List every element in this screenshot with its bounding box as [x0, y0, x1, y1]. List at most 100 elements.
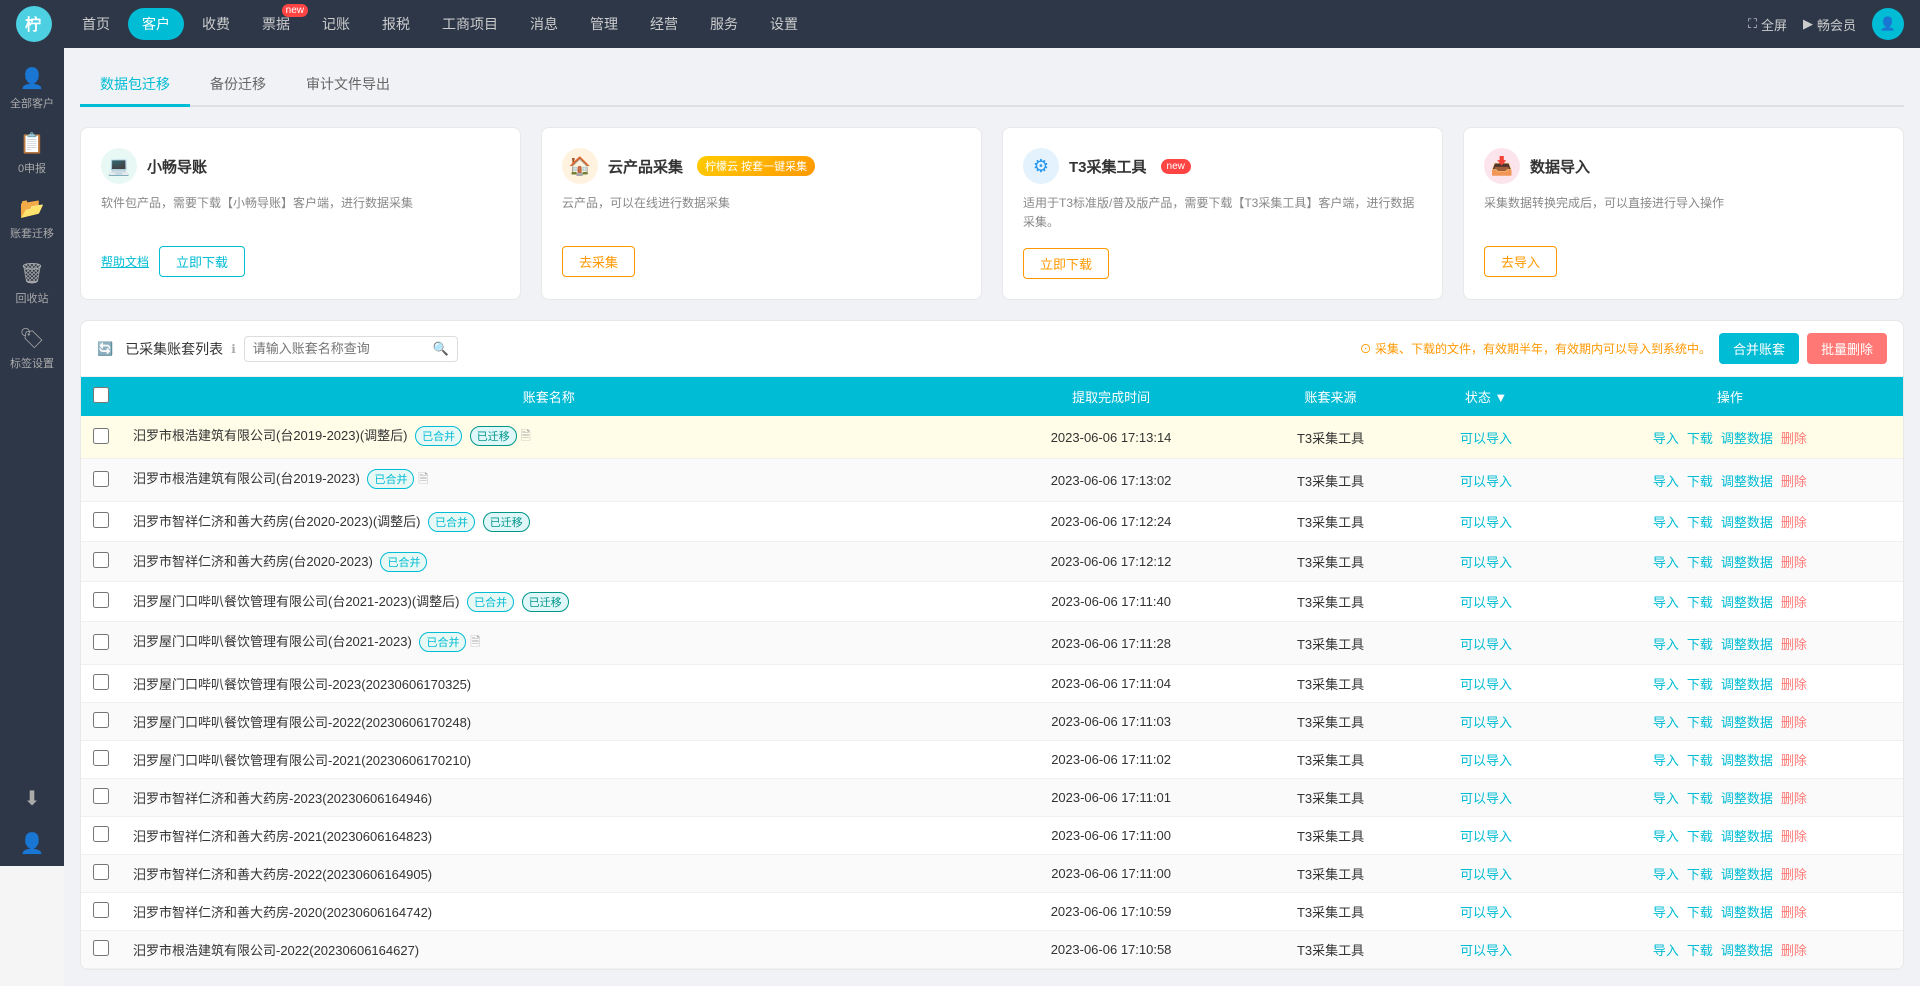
action-导入-link[interactable]: 导入: [1653, 595, 1679, 610]
action-下载-link[interactable]: 下载: [1687, 715, 1713, 730]
action-调整数据-link[interactable]: 调整数据: [1721, 515, 1773, 530]
nav-message[interactable]: 消息: [516, 8, 572, 40]
row-checkbox-6[interactable]: [93, 674, 109, 690]
row-checkbox-2[interactable]: [93, 512, 109, 528]
action-删除-link[interactable]: 删除: [1781, 515, 1807, 530]
action-调整数据-link[interactable]: 调整数据: [1721, 867, 1773, 882]
action-调整数据-link[interactable]: 调整数据: [1721, 791, 1773, 806]
go-import-button[interactable]: 去导入: [1484, 246, 1557, 277]
action-调整数据-link[interactable]: 调整数据: [1721, 677, 1773, 692]
batch-delete-button[interactable]: 批量删除: [1807, 333, 1887, 364]
action-导入-link[interactable]: 导入: [1653, 753, 1679, 768]
th-time[interactable]: 提取完成时间: [976, 377, 1245, 416]
sidebar-item-user[interactable]: 👤: [20, 821, 45, 866]
th-source[interactable]: 账套来源: [1246, 377, 1416, 416]
nav-tax[interactable]: 报税: [368, 8, 424, 40]
action-删除-link[interactable]: 删除: [1781, 715, 1807, 730]
sidebar-item-zero-declare[interactable]: 📋 0申报: [0, 121, 64, 186]
action-下载-link[interactable]: 下载: [1687, 943, 1713, 958]
action-调整数据-link[interactable]: 调整数据: [1721, 753, 1773, 768]
action-删除-link[interactable]: 删除: [1781, 637, 1807, 652]
member-button[interactable]: ▶ 畅会员: [1803, 15, 1856, 34]
action-导入-link[interactable]: 导入: [1653, 474, 1679, 489]
action-导入-link[interactable]: 导入: [1653, 431, 1679, 446]
nav-fee[interactable]: 收费: [188, 8, 244, 40]
action-调整数据-link[interactable]: 调整数据: [1721, 595, 1773, 610]
action-调整数据-link[interactable]: 调整数据: [1721, 943, 1773, 958]
sidebar-item-download[interactable]: ⬇: [20, 776, 45, 821]
action-删除-link[interactable]: 删除: [1781, 905, 1807, 920]
sidebar-item-account-migrate[interactable]: 📂 账套迁移: [0, 186, 64, 251]
action-下载-link[interactable]: 下载: [1687, 791, 1713, 806]
table-hint-icon[interactable]: ℹ: [231, 342, 236, 356]
user-avatar[interactable]: 👤: [1872, 8, 1904, 40]
action-下载-link[interactable]: 下载: [1687, 595, 1713, 610]
row-checkbox-9[interactable]: [93, 788, 109, 804]
nav-customer[interactable]: 客户: [128, 8, 184, 40]
tab-audit-export[interactable]: 审计文件导出: [286, 64, 410, 107]
action-调整数据-link[interactable]: 调整数据: [1721, 637, 1773, 652]
action-调整数据-link[interactable]: 调整数据: [1721, 905, 1773, 920]
nav-operation[interactable]: 经营: [636, 8, 692, 40]
action-下载-link[interactable]: 下载: [1687, 677, 1713, 692]
action-下载-link[interactable]: 下载: [1687, 829, 1713, 844]
action-下载-link[interactable]: 下载: [1687, 637, 1713, 652]
row-checkbox-10[interactable]: [93, 826, 109, 842]
action-调整数据-link[interactable]: 调整数据: [1721, 431, 1773, 446]
download-now-button[interactable]: 立即下载: [159, 246, 245, 277]
action-删除-link[interactable]: 删除: [1781, 555, 1807, 570]
row-checkbox-4[interactable]: [93, 592, 109, 608]
app-logo[interactable]: 柠: [16, 6, 52, 42]
refresh-icon[interactable]: 🔄: [97, 341, 113, 357]
nav-bookkeeping[interactable]: 记账: [308, 8, 364, 40]
tab-data-migration[interactable]: 数据包迁移: [80, 64, 190, 107]
action-调整数据-link[interactable]: 调整数据: [1721, 474, 1773, 489]
nav-settings[interactable]: 设置: [756, 8, 812, 40]
row-checkbox-12[interactable]: [93, 902, 109, 918]
action-删除-link[interactable]: 删除: [1781, 867, 1807, 882]
action-导入-link[interactable]: 导入: [1653, 715, 1679, 730]
sidebar-item-recycle[interactable]: 🗑 回收站: [0, 251, 64, 316]
action-导入-link[interactable]: 导入: [1653, 515, 1679, 530]
nav-business[interactable]: 工商项目: [428, 8, 512, 40]
action-下载-link[interactable]: 下载: [1687, 555, 1713, 570]
action-下载-link[interactable]: 下载: [1687, 867, 1713, 882]
nav-invoice[interactable]: 票据 new: [248, 8, 304, 40]
action-导入-link[interactable]: 导入: [1653, 555, 1679, 570]
nav-home[interactable]: 首页: [68, 8, 124, 40]
action-导入-link[interactable]: 导入: [1653, 637, 1679, 652]
action-删除-link[interactable]: 删除: [1781, 829, 1807, 844]
action-下载-link[interactable]: 下载: [1687, 474, 1713, 489]
action-调整数据-link[interactable]: 调整数据: [1721, 555, 1773, 570]
nav-service[interactable]: 服务: [696, 8, 752, 40]
row-checkbox-13[interactable]: [93, 940, 109, 956]
action-下载-link[interactable]: 下载: [1687, 905, 1713, 920]
action-下载-link[interactable]: 下载: [1687, 753, 1713, 768]
action-导入-link[interactable]: 导入: [1653, 943, 1679, 958]
search-input[interactable]: [253, 341, 433, 356]
action-导入-link[interactable]: 导入: [1653, 867, 1679, 882]
help-doc-link[interactable]: 帮助文档: [101, 253, 149, 270]
merge-accounts-button[interactable]: 合并账套: [1719, 333, 1799, 364]
sidebar-item-tag-settings[interactable]: 🏷 标签设置: [0, 316, 64, 381]
action-删除-link[interactable]: 删除: [1781, 431, 1807, 446]
th-name[interactable]: 账套名称: [121, 377, 976, 416]
action-导入-link[interactable]: 导入: [1653, 829, 1679, 844]
action-删除-link[interactable]: 删除: [1781, 753, 1807, 768]
go-collect-button[interactable]: 去采集: [562, 246, 635, 277]
th-status[interactable]: 状态 ▼: [1415, 377, 1556, 416]
row-checkbox-0[interactable]: [93, 428, 109, 444]
action-删除-link[interactable]: 删除: [1781, 595, 1807, 610]
row-checkbox-11[interactable]: [93, 864, 109, 880]
sidebar-item-all-customers[interactable]: 👤 全部客户: [0, 56, 64, 121]
action-调整数据-link[interactable]: 调整数据: [1721, 715, 1773, 730]
action-删除-link[interactable]: 删除: [1781, 943, 1807, 958]
action-导入-link[interactable]: 导入: [1653, 677, 1679, 692]
search-icon[interactable]: 🔍: [433, 341, 449, 357]
action-调整数据-link[interactable]: 调整数据: [1721, 829, 1773, 844]
row-checkbox-1[interactable]: [93, 471, 109, 487]
row-checkbox-5[interactable]: [93, 634, 109, 650]
row-checkbox-3[interactable]: [93, 552, 109, 568]
action-导入-link[interactable]: 导入: [1653, 791, 1679, 806]
action-下载-link[interactable]: 下载: [1687, 431, 1713, 446]
